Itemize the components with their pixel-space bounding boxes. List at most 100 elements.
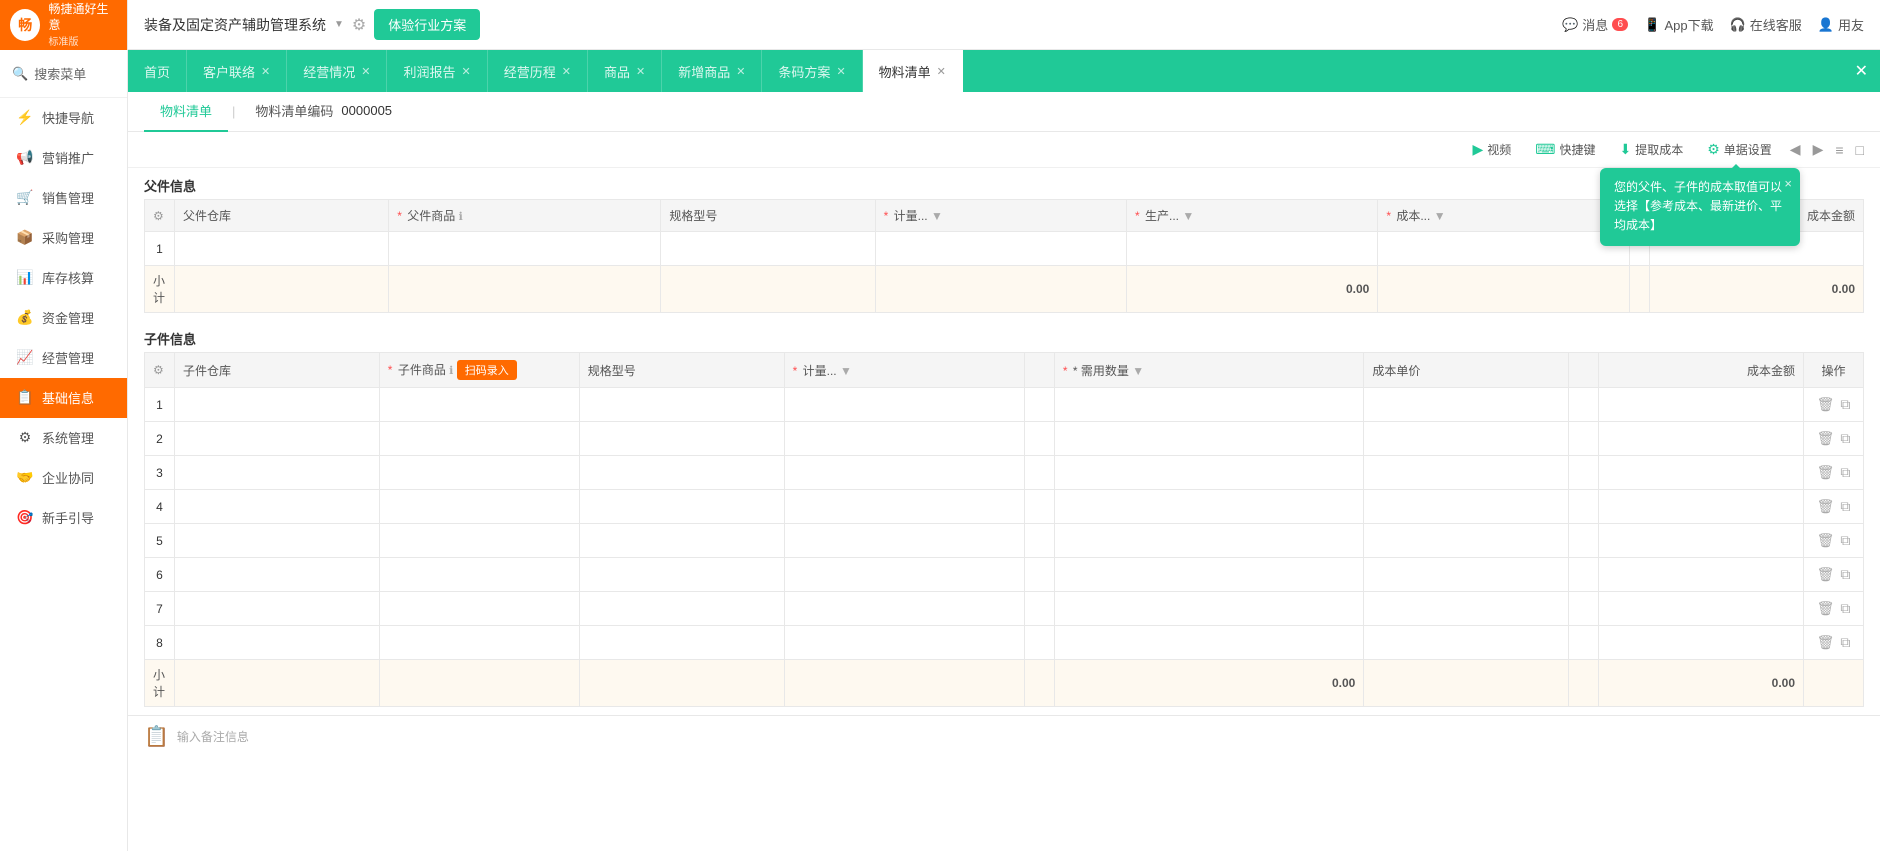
copy-icon[interactable]: ⧉ xyxy=(1840,600,1850,617)
tab-profit-report[interactable]: 利润报告 ✕ xyxy=(387,50,487,92)
scan-input-button[interactable]: 扫码录入 xyxy=(457,360,517,380)
tab-barcode-close[interactable]: ✕ xyxy=(836,65,845,78)
child-goods-info-icon[interactable]: ℹ xyxy=(449,365,453,377)
child-row-goods[interactable] xyxy=(379,592,579,626)
copy-icon[interactable]: ⧉ xyxy=(1840,464,1850,481)
try-button[interactable]: 体验行业方案 xyxy=(374,9,480,40)
sub-tab-code[interactable]: 物料清单编码 0000005 xyxy=(239,92,416,132)
copy-icon[interactable]: ⧉ xyxy=(1840,532,1850,549)
child-row-spec[interactable] xyxy=(579,422,784,456)
sidebar-item-inventory[interactable]: 📊 库存核算 xyxy=(0,258,127,298)
list-view-icon[interactable]: ≡ xyxy=(1835,142,1843,158)
child-row-unit-cost[interactable] xyxy=(1364,388,1569,422)
sidebar-item-guide[interactable]: 🎯 新手引导 xyxy=(0,498,127,538)
tab-barcode[interactable]: 条码方案 ✕ xyxy=(762,50,862,92)
child-row-spec[interactable] xyxy=(579,388,784,422)
delete-icon[interactable]: 🗑 xyxy=(1817,532,1835,549)
system-title-arrow[interactable]: ▼ xyxy=(334,19,344,30)
child-row-warehouse[interactable] xyxy=(175,456,380,490)
child-row-cost-amount[interactable] xyxy=(1599,388,1804,422)
copy-icon[interactable]: ⧉ xyxy=(1840,396,1850,413)
child-row-spec[interactable] xyxy=(579,558,784,592)
child-row-qty[interactable] xyxy=(1054,524,1364,558)
parent-row-cost[interactable] xyxy=(1378,232,1629,266)
child-row-unit-cost[interactable] xyxy=(1364,524,1569,558)
sidebar-item-sales[interactable]: 🛒 销售管理 xyxy=(0,178,127,218)
tab-operations-status[interactable]: 经营情况 ✕ xyxy=(287,50,387,92)
sidebar-search[interactable]: 🔍 搜索菜单 xyxy=(0,50,127,98)
child-row-cost-amount[interactable] xyxy=(1599,422,1804,456)
child-row-warehouse[interactable] xyxy=(175,490,380,524)
search-button[interactable]: 🔍 搜索菜单 xyxy=(8,58,119,89)
tab-material-list-close[interactable]: ✕ xyxy=(937,65,946,78)
copy-icon[interactable]: ⧉ xyxy=(1840,566,1850,583)
child-row-unit-cost[interactable] xyxy=(1364,592,1569,626)
shortcut-button[interactable]: ⌨ 快捷键 xyxy=(1529,138,1601,161)
video-button[interactable]: ▶ 视频 xyxy=(1466,138,1517,161)
child-row-unit[interactable] xyxy=(784,456,1024,490)
child-row-warehouse[interactable] xyxy=(175,388,380,422)
child-row-goods[interactable] xyxy=(379,626,579,660)
child-settings-gear-icon[interactable]: ⚙ xyxy=(153,363,164,377)
child-row-unit[interactable] xyxy=(784,422,1024,456)
extract-cost-button[interactable]: ⬇ 提取成本 xyxy=(1613,138,1689,161)
child-row-warehouse[interactable] xyxy=(175,524,380,558)
tab-operations-history-close[interactable]: ✕ xyxy=(562,65,571,78)
child-row-unit[interactable] xyxy=(784,524,1024,558)
child-row-unit[interactable] xyxy=(784,490,1024,524)
tab-home[interactable]: 首页 xyxy=(128,50,187,92)
child-row-qty[interactable] xyxy=(1054,626,1364,660)
note-placeholder[interactable]: 输入备注信息 xyxy=(177,728,249,745)
child-row-warehouse[interactable] xyxy=(175,626,380,660)
tab-add-goods[interactable]: 新增商品 ✕ xyxy=(662,50,762,92)
tab-customer-close[interactable]: ✕ xyxy=(261,65,270,78)
delete-icon[interactable]: 🗑 xyxy=(1817,396,1835,413)
child-row-unit[interactable] xyxy=(784,592,1024,626)
tab-goods-close[interactable]: ✕ xyxy=(636,65,645,78)
messages-button[interactable]: 💬 消息 6 xyxy=(1562,15,1628,34)
sub-tab-material-list[interactable]: 物料清单 xyxy=(144,92,228,132)
delete-icon[interactable]: 🗑 xyxy=(1817,566,1835,583)
child-row-cost-amount[interactable] xyxy=(1599,558,1804,592)
sidebar-item-basic-info[interactable]: 📋 基础信息 xyxy=(0,378,127,418)
sidebar-item-quick-nav[interactable]: ⚡ 快捷导航 xyxy=(0,98,127,138)
parent-row-unit[interactable] xyxy=(875,232,1126,266)
single-settings-button[interactable]: ⚙ 单据设置 xyxy=(1701,138,1778,161)
child-row-unit-cost[interactable] xyxy=(1364,626,1569,660)
sidebar-item-collab[interactable]: 🤝 企业协同 xyxy=(0,458,127,498)
copy-icon[interactable]: ⧉ xyxy=(1840,498,1850,515)
app-download-button[interactable]: 📱 App下载 xyxy=(1644,15,1713,34)
sidebar-item-operations[interactable]: 📈 经营管理 xyxy=(0,338,127,378)
child-row-qty[interactable] xyxy=(1054,422,1364,456)
child-row-unit[interactable] xyxy=(784,558,1024,592)
tooltip-close-btn[interactable]: × xyxy=(1784,174,1792,195)
tab-customer[interactable]: 客户联络 ✕ xyxy=(187,50,287,92)
child-row-warehouse[interactable] xyxy=(175,422,380,456)
online-service-button[interactable]: 🎧 在线客服 xyxy=(1730,15,1802,34)
child-row-warehouse[interactable] xyxy=(175,558,380,592)
child-row-unit-cost[interactable] xyxy=(1364,422,1569,456)
child-row-unit-cost[interactable] xyxy=(1364,490,1569,524)
child-row-cost-amount[interactable] xyxy=(1599,490,1804,524)
tab-close-all[interactable]: ✕ xyxy=(1851,61,1872,81)
nav-prev[interactable]: ◀ xyxy=(1790,141,1801,158)
child-row-warehouse[interactable] xyxy=(175,592,380,626)
parent-row-warehouse[interactable] xyxy=(175,232,389,266)
sidebar-item-system[interactable]: ⚙ 系统管理 xyxy=(0,418,127,458)
parent-row-spec[interactable] xyxy=(661,232,875,266)
nav-next[interactable]: ▶ xyxy=(1813,141,1824,158)
child-row-spec[interactable] xyxy=(579,626,784,660)
child-row-qty[interactable] xyxy=(1054,388,1364,422)
child-row-unit-cost[interactable] xyxy=(1364,456,1569,490)
child-row-cost-amount[interactable] xyxy=(1599,626,1804,660)
parent-row-goods[interactable] xyxy=(389,232,661,266)
parent-settings-gear-icon[interactable]: ⚙ xyxy=(153,209,164,223)
delete-icon[interactable]: 🗑 xyxy=(1817,634,1835,651)
child-row-unit-cost[interactable] xyxy=(1364,558,1569,592)
delete-icon[interactable]: 🗑 xyxy=(1817,464,1835,481)
child-row-cost-amount[interactable] xyxy=(1599,456,1804,490)
child-row-spec[interactable] xyxy=(579,592,784,626)
child-row-goods[interactable] xyxy=(379,524,579,558)
copy-icon[interactable]: ⧉ xyxy=(1840,430,1850,447)
user-button[interactable]: 👤 用友 xyxy=(1818,15,1864,34)
